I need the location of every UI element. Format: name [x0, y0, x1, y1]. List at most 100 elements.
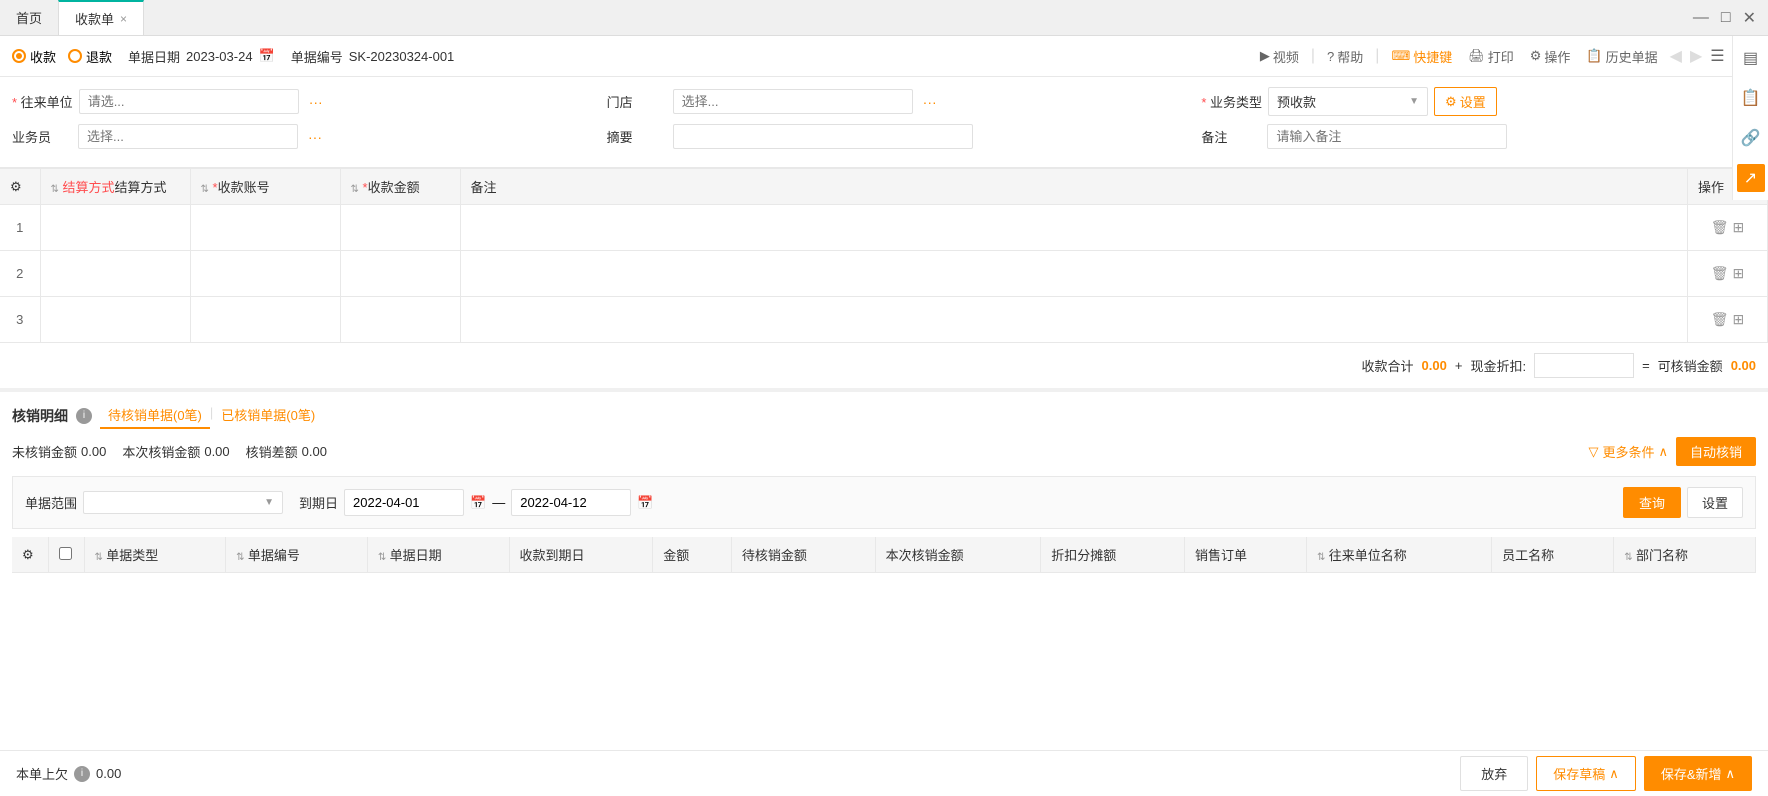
- tab-active[interactable]: 收款单 ×: [58, 0, 144, 35]
- th-doc-type: ⇅ 单据类型: [84, 537, 226, 573]
- chevron-up-icon: ∧: [1658, 444, 1668, 460]
- query-button[interactable]: 查询: [1623, 487, 1681, 518]
- table-row: 2 🗑 ⊞: [0, 251, 1768, 297]
- date-from-calendar-icon[interactable]: 📅: [470, 495, 486, 511]
- table-row: 1 🗑 ⊞: [0, 205, 1768, 251]
- auto-verify-button[interactable]: 自动核销: [1676, 437, 1756, 466]
- verification-info-icon[interactable]: i: [76, 408, 92, 424]
- divider1: |: [1311, 47, 1315, 65]
- tab-verified[interactable]: 已核销单据(0笔): [213, 402, 323, 429]
- help-btn[interactable]: ? 帮助: [1323, 45, 1367, 68]
- row-2-delete-icon[interactable]: 🗑: [1711, 265, 1729, 282]
- biz-type-label: 业务类型: [1201, 92, 1262, 111]
- row-1-remarks[interactable]: [460, 205, 1688, 251]
- window-max-icon[interactable]: □: [1717, 9, 1735, 27]
- divider4: ▶: [1690, 46, 1702, 66]
- row-3-account[interactable]: [190, 297, 340, 343]
- tab-pending[interactable]: 待核销单据(0笔): [100, 402, 210, 429]
- sidebar-icon-expand[interactable]: ↗: [1737, 164, 1765, 192]
- setting-button[interactable]: 设置: [1687, 487, 1743, 518]
- th-current-amount: 本次核销金额: [875, 537, 1041, 573]
- date-value: 2023-03-24: [186, 49, 253, 64]
- bottom-info-value: 0.00: [96, 766, 121, 781]
- sidebar-icon-link[interactable]: 🔗: [1737, 124, 1765, 152]
- select-all-checkbox[interactable]: [59, 547, 72, 560]
- list-view-icon[interactable]: ☰: [1710, 46, 1724, 66]
- date-from-input[interactable]: [344, 489, 464, 516]
- shortcut-icon: ⌨: [1391, 48, 1410, 64]
- net-label: 可核销金额: [1658, 356, 1723, 375]
- bottom-info-icon[interactable]: i: [74, 766, 90, 782]
- store-more-icon[interactable]: ···: [923, 94, 937, 110]
- scope-select[interactable]: ▼: [83, 491, 283, 514]
- th-bottom-gear[interactable]: ⚙: [12, 537, 48, 573]
- radio-shouquan-label: 收款: [30, 47, 56, 66]
- row-1-settlement[interactable]: [40, 205, 190, 251]
- row-2-copy-icon[interactable]: ⊞: [1733, 265, 1745, 282]
- row-3-num: 3: [0, 297, 40, 343]
- row-1-delete-icon[interactable]: 🗑: [1711, 219, 1729, 236]
- video-btn[interactable]: ▶ 视频: [1256, 45, 1303, 68]
- staff-input[interactable]: [78, 124, 298, 149]
- summary-input[interactable]: [673, 124, 973, 149]
- row-2-settlement[interactable]: [40, 251, 190, 297]
- th-gear[interactable]: ⚙: [0, 169, 40, 205]
- help-label: 帮助: [1337, 47, 1363, 66]
- unchecked-value: 0.00: [81, 444, 106, 459]
- shortcut-btn[interactable]: ⌨ 快捷键: [1387, 45, 1456, 68]
- discount-label: 现金折扣:: [1470, 356, 1526, 375]
- tab-home[interactable]: 首页: [0, 0, 58, 35]
- history-btn[interactable]: 📋 历史单据: [1582, 45, 1661, 68]
- settings-button[interactable]: ⚙ 设置: [1434, 87, 1497, 116]
- partner-input[interactable]: [79, 89, 299, 114]
- row-2-remarks[interactable]: [460, 251, 1688, 297]
- staff-more-icon[interactable]: ···: [308, 129, 322, 145]
- sidebar-icon-clipboard[interactable]: 📋: [1737, 84, 1765, 112]
- row-2-account[interactable]: [190, 251, 340, 297]
- row-1-copy-icon[interactable]: ⊞: [1733, 219, 1745, 236]
- row-3-remarks[interactable]: [460, 297, 1688, 343]
- radio-tuikuan[interactable]: 退款: [68, 47, 112, 66]
- store-input[interactable]: [673, 89, 913, 114]
- row-3-copy-icon[interactable]: ⊞: [1733, 311, 1745, 328]
- row-3-settlement[interactable]: [40, 297, 190, 343]
- discount-input[interactable]: [1534, 353, 1634, 378]
- row-1-account[interactable]: [190, 205, 340, 251]
- bottom-gear-icon: ⚙: [22, 547, 34, 562]
- operations-btn[interactable]: ⚙ 操作: [1526, 45, 1575, 68]
- divider3: ◀: [1670, 46, 1682, 66]
- abandon-button[interactable]: 放弃: [1460, 756, 1528, 791]
- print-btn[interactable]: 🖨 打印: [1464, 45, 1518, 68]
- operations-icon: ⚙: [1530, 48, 1542, 64]
- th-pending-amount: 待核销金额: [731, 537, 875, 573]
- date-to-input[interactable]: [511, 489, 631, 516]
- row-1-amount[interactable]: [340, 205, 460, 251]
- save-draft-button[interactable]: 保存草稿 ∧: [1536, 756, 1636, 791]
- sidebar-icon-table[interactable]: ▤: [1737, 44, 1765, 72]
- date-calendar-icon[interactable]: 📅: [259, 48, 275, 64]
- bottom-spacer: [0, 573, 1768, 619]
- window-close-icon[interactable]: ✕: [1739, 8, 1760, 28]
- tab-close-icon[interactable]: ×: [120, 12, 127, 26]
- radio-shouquan[interactable]: 收款: [12, 47, 56, 66]
- row-2-amount[interactable]: [340, 251, 460, 297]
- partner-field: 往来单位 ···: [12, 89, 567, 114]
- th-discount: 折扣分摊额: [1041, 537, 1185, 573]
- remarks-input[interactable]: [1267, 124, 1507, 149]
- help-icon: ?: [1327, 49, 1334, 64]
- scope-field: 单据范围 ▼: [25, 491, 283, 514]
- biz-type-select[interactable]: 预收款 ▼: [1268, 87, 1428, 116]
- save-new-button[interactable]: 保存&新增 ∧: [1644, 756, 1752, 791]
- staff-label: 业务员: [12, 127, 72, 146]
- partner-more-icon[interactable]: ···: [309, 94, 323, 110]
- divider2: |: [1375, 47, 1379, 65]
- th-bottom-checkbox[interactable]: [48, 537, 84, 573]
- date-to-calendar-icon[interactable]: 📅: [637, 495, 653, 511]
- row-3-amount[interactable]: [340, 297, 460, 343]
- current-label: 本次核销金额: [122, 442, 200, 461]
- more-conditions-btn[interactable]: ▽ 更多条件 ∧: [1588, 442, 1668, 461]
- row-1-num: 1: [0, 205, 40, 251]
- sort-icon-2: ⇅: [201, 184, 209, 195]
- row-3-delete-icon[interactable]: 🗑: [1711, 311, 1729, 328]
- window-min-icon[interactable]: —: [1689, 9, 1713, 27]
